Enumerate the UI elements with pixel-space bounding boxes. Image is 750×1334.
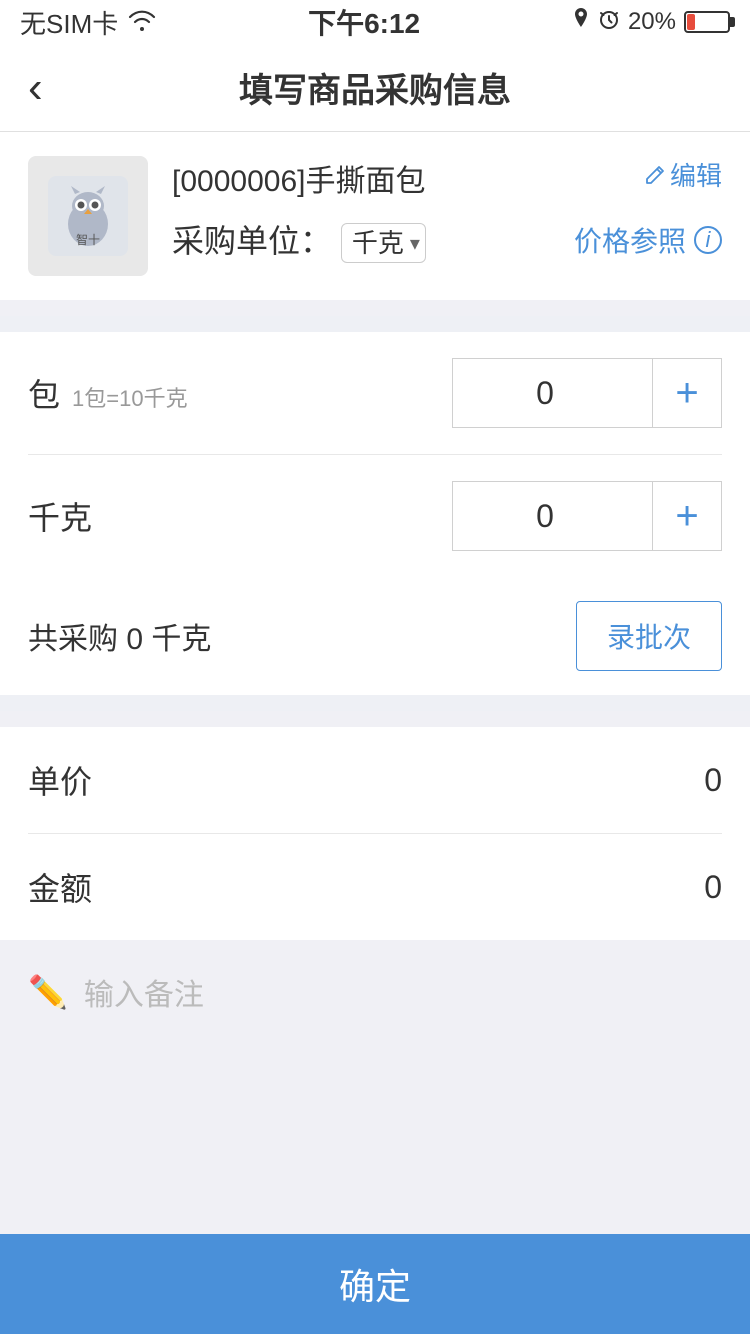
kg-plus-button[interactable]: + (652, 481, 722, 551)
kg-label: 千克 (28, 493, 92, 539)
amount-value: 0 (704, 869, 722, 906)
info-icon: i (694, 226, 722, 254)
batch-button[interactable]: 录批次 (576, 601, 722, 671)
unit-price-label: 单价 (28, 757, 92, 803)
status-left: 无SIM卡 (20, 4, 156, 41)
kg-quantity-input[interactable] (452, 481, 652, 551)
price-ref-button[interactable]: 价格参照 i (574, 220, 722, 260)
confirm-bar[interactable]: 确定 (0, 1234, 750, 1334)
location-icon (572, 8, 590, 37)
product-image: 智十 (28, 156, 148, 276)
bao-sub-label: 1包=10千克 (72, 381, 188, 413)
product-card: 智十 [0000006]手撕面包 编辑 采购单位： (0, 132, 750, 300)
alarm-icon (598, 8, 620, 37)
total-text: 共采购 0 千克 (28, 614, 211, 658)
kg-input-control: + (452, 481, 722, 551)
section-divider-1 (0, 316, 750, 332)
bao-plus-button[interactable]: + (652, 358, 722, 428)
main-content: 智十 [0000006]手撕面包 编辑 采购单位： (0, 132, 750, 1144)
svg-text:智十: 智十 (76, 232, 100, 247)
remark-section[interactable]: ✏️ 输入备注 (0, 940, 750, 1044)
bao-label: 包 1包=10千克 (28, 370, 188, 416)
wifi-icon (128, 7, 156, 38)
remark-placeholder: 输入备注 (84, 970, 204, 1014)
product-header: [0000006]手撕面包 编辑 (172, 156, 722, 200)
bao-quantity-input[interactable] (452, 358, 652, 428)
product-unit-row: 采购单位： 千克 包 价格参照 i (172, 216, 722, 263)
unit-price-row: 单价 0 (28, 727, 722, 834)
edit-button[interactable]: 编辑 (644, 156, 722, 193)
nav-bar: ‹ 填写商品采购信息 (0, 44, 750, 132)
pencil-icon: ✏️ (28, 973, 68, 1011)
unit-select[interactable]: 千克 包 (341, 223, 426, 263)
bao-input-row: 包 1包=10千克 + (28, 332, 722, 455)
product-name: [0000006]手撕面包 (172, 156, 425, 200)
status-bar: 无SIM卡 下午6:12 20% (0, 0, 750, 44)
bao-input-control: + (452, 358, 722, 428)
confirm-button-label: 确定 (339, 1258, 411, 1310)
total-section: 共采购 0 千克 录批次 (0, 577, 750, 695)
kg-input-row: 千克 + (28, 455, 722, 577)
unit-select-wrap[interactable]: 千克 包 (341, 223, 426, 263)
page-title: 填写商品采购信息 (239, 63, 511, 112)
amount-row: 金额 0 (28, 834, 722, 940)
carrier-label: 无SIM卡 (20, 4, 118, 41)
input-section: 包 1包=10千克 + 千克 + (0, 332, 750, 577)
battery-icon (684, 11, 730, 33)
price-section: 单价 0 金额 0 (0, 727, 750, 940)
battery-percent: 20% (628, 8, 676, 36)
status-time: 下午6:12 (308, 2, 420, 42)
unit-label: 采购单位： 千克 包 (172, 216, 426, 263)
amount-label: 金额 (28, 864, 92, 910)
unit-price-value: 0 (704, 762, 722, 799)
product-info: [0000006]手撕面包 编辑 采购单位： 千克 包 (172, 156, 722, 263)
price-ref-label: 价格参照 (574, 220, 686, 260)
total-value: 0 (126, 623, 143, 656)
section-divider-2 (0, 695, 750, 711)
status-right: 20% (572, 8, 730, 37)
back-button[interactable]: ‹ (28, 66, 43, 110)
